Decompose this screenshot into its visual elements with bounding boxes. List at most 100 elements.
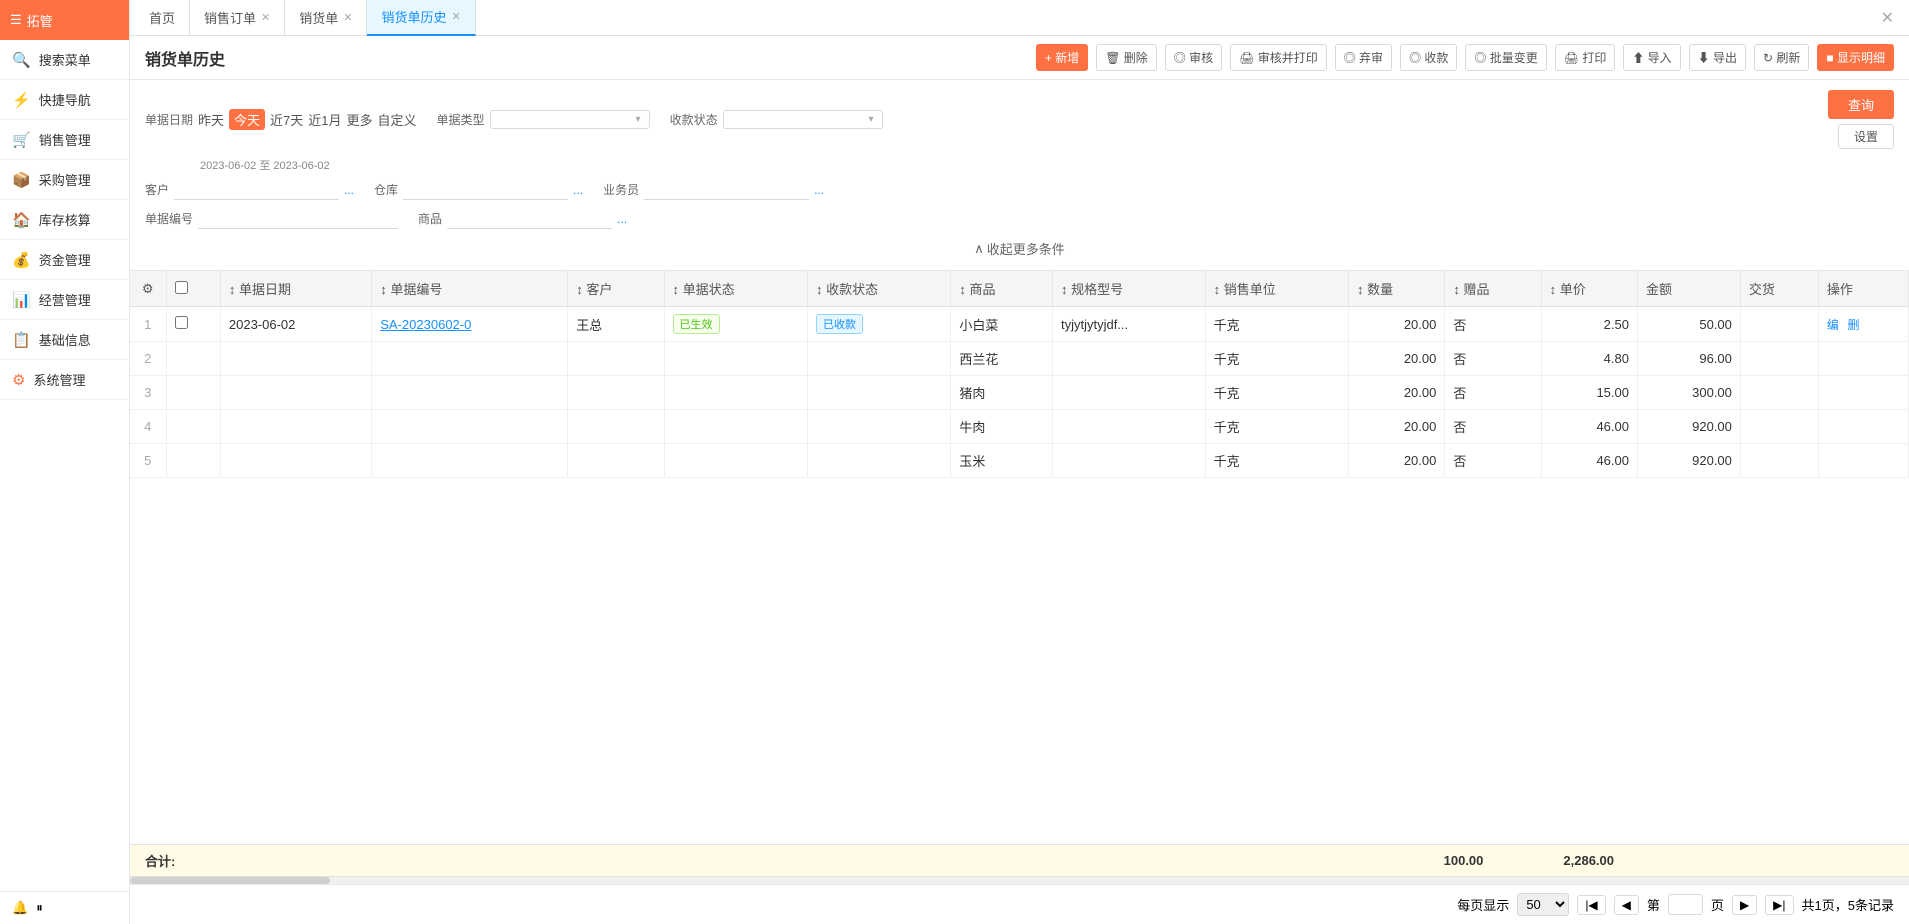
shortcut-1month[interactable]: 近1月 (308, 110, 341, 129)
row-customer (568, 376, 664, 410)
close-tab-sales-order[interactable]: ✕ (261, 11, 270, 24)
sidebar-item-label: 快捷导航 (39, 90, 91, 109)
salesperson-input[interactable] (644, 179, 809, 200)
summary-total-qty: 100.00 (1444, 853, 1484, 868)
pause-icon[interactable]: ⏸ (36, 900, 43, 916)
tab-home[interactable]: 首页 (135, 0, 190, 36)
doc-no-link[interactable]: SA-20230602-0 (380, 317, 471, 332)
shortcut-yesterday[interactable]: 昨天 (198, 110, 224, 129)
settings-column-header[interactable]: ⚙ (130, 271, 166, 307)
sidebar-item-operations[interactable]: 📊 经营管理 (0, 280, 129, 320)
action-edit-link[interactable]: 编 (1827, 318, 1839, 332)
row-spec (1052, 342, 1205, 376)
row-select-checkbox[interactable] (175, 316, 188, 329)
display-detail-button[interactable]: ■ 显示明细 (1817, 44, 1894, 71)
import-button[interactable]: ⬆ 导入 (1623, 44, 1680, 71)
doc-no-column-header[interactable]: ↕ 单据编号 (372, 271, 568, 307)
row-spec: tyjytjytyjdf... (1052, 307, 1205, 342)
doc-status-column-header[interactable]: ↕ 单据状态 (664, 271, 807, 307)
action-delete-link[interactable]: 删 (1848, 318, 1860, 332)
goods-ellipsis[interactable]: ... (617, 212, 627, 226)
row-qty: 20.00 (1349, 342, 1445, 376)
sidebar-search[interactable]: 🔍 搜索菜单 (0, 40, 129, 80)
scrollbar-thumb[interactable] (130, 877, 330, 884)
spec-column-header[interactable]: ↕ 规格型号 (1052, 271, 1205, 307)
horizontal-scrollbar[interactable] (130, 876, 1909, 884)
print-button[interactable]: 🖨 打印 (1555, 44, 1616, 71)
page-number-input[interactable]: 1 (1668, 894, 1703, 915)
new-button[interactable]: + 新增 (1036, 44, 1088, 71)
query-button[interactable]: 查询 (1828, 90, 1894, 119)
per-page-select[interactable]: 50 100 (1517, 893, 1569, 916)
customer-column-header[interactable]: ↕ 客户 (568, 271, 664, 307)
tab-sales-order[interactable]: 销售订单 ✕ (190, 0, 285, 36)
sidebar-item-label: 经营管理 (39, 290, 91, 309)
shortcut-more[interactable]: 更多 (347, 110, 373, 129)
row-price: 15.00 (1541, 376, 1637, 410)
collapse-button[interactable]: ∧ 收起更多条件 (964, 237, 1075, 260)
doc-date-filter: 单据日期 昨天 今天 近7天 近1月 更多 自定义 (145, 109, 417, 130)
unit-column-header[interactable]: ↕ 销售单位 (1205, 271, 1348, 307)
sidebar-item-finance[interactable]: 💰 资金管理 (0, 240, 129, 280)
inventory-icon: 🏠 (12, 211, 31, 229)
sidebar-item-system-mgmt[interactable]: ⚙ 系统管理 (0, 360, 129, 400)
tab-sales-delivery[interactable]: 销货单 ✕ (285, 0, 367, 36)
customer-input[interactable] (174, 179, 339, 200)
shortcut-7days[interactable]: 近7天 (270, 110, 303, 129)
table-row: 4牛肉千克20.00否46.00920.00 (130, 410, 1909, 444)
row-spec (1052, 444, 1205, 478)
row-checkbox (166, 410, 220, 444)
basic-info-icon: 📋 (12, 331, 31, 349)
row-customer (568, 410, 664, 444)
last-page-button[interactable]: ▶| (1765, 895, 1793, 915)
refresh-button[interactable]: ↻ 刷新 (1754, 44, 1809, 71)
first-page-button[interactable]: |◀ (1577, 895, 1605, 915)
export-button[interactable]: ⬇ 导出 (1689, 44, 1746, 71)
qty-column-header[interactable]: ↕ 数量 (1349, 271, 1445, 307)
abandon-button[interactable]: ◎ 弃审 (1335, 44, 1392, 71)
goods-column-header[interactable]: ↕ 商品 (951, 271, 1053, 307)
price-column-header[interactable]: ↕ 单价 (1541, 271, 1637, 307)
row-actions (1818, 342, 1908, 376)
table-header-row: ⚙ ↕ 单据日期 ↕ 单据编号 ↕ 客户 ↕ 单据状态 ↕ 收款状态 ↕ 商品 … (130, 271, 1909, 307)
row-amount: 96.00 (1637, 342, 1740, 376)
audit-button[interactable]: ◎ 审核 (1165, 44, 1222, 71)
row-number: 2 (130, 342, 166, 376)
tab-sales-history[interactable]: 销货单历史 ✕ (367, 0, 475, 36)
sidebar-brand: ☰ 拓管 (0, 0, 129, 40)
close-tab-sales-delivery[interactable]: ✕ (343, 11, 352, 24)
audit-print-button[interactable]: 🖨 审核并打印 (1230, 44, 1327, 71)
salesperson-ellipsis[interactable]: ... (814, 183, 824, 197)
quick-nav-icon: ⚡ (12, 91, 31, 109)
delete-button[interactable]: 🗑 删除 (1096, 44, 1157, 71)
doc-no-input[interactable] (198, 208, 398, 229)
doc-date-column-header[interactable]: ↕ 单据日期 (220, 271, 371, 307)
receive-button[interactable]: ◎ 收款 (1400, 44, 1457, 71)
prev-page-button[interactable]: ◀ (1614, 895, 1639, 915)
sidebar-item-sales-mgmt[interactable]: 🛒 销售管理 (0, 120, 129, 160)
next-page-button[interactable]: ▶ (1732, 895, 1757, 915)
shortcut-custom[interactable]: 自定义 (378, 110, 417, 129)
sidebar-item-purchase-mgmt[interactable]: 📦 采购管理 (0, 160, 129, 200)
warehouse-ellipsis[interactable]: ... (573, 183, 583, 197)
batch-change-button[interactable]: ◎ 批量变更 (1465, 44, 1546, 71)
gift-column-header[interactable]: ↕ 赠品 (1445, 271, 1541, 307)
warehouse-input[interactable] (403, 179, 568, 200)
receive-status-select[interactable]: ▾ (723, 110, 883, 129)
receive-status-column-header[interactable]: ↕ 收款状态 (807, 271, 950, 307)
notification-icon[interactable]: 🔔 (12, 900, 28, 916)
select-all-checkbox[interactable] (175, 281, 188, 294)
shortcut-today[interactable]: 今天 (229, 109, 265, 130)
doc-type-select[interactable]: ▾ (490, 110, 650, 129)
close-all-tabs[interactable]: ✕ (1871, 8, 1904, 28)
goods-input[interactable] (447, 208, 612, 229)
sidebar-item-basic-info[interactable]: 📋 基础信息 (0, 320, 129, 360)
close-tab-sales-history[interactable]: ✕ (452, 10, 461, 23)
customer-ellipsis[interactable]: ... (344, 183, 354, 197)
sidebar-item-label: 库存核算 (39, 210, 91, 229)
summary-total-amount: 2,286.00 (1563, 853, 1614, 868)
row-doc-no (372, 410, 568, 444)
sidebar-item-quick-nav[interactable]: ⚡ 快捷导航 (0, 80, 129, 120)
sidebar-item-inventory[interactable]: 🏠 库存核算 (0, 200, 129, 240)
setting-button[interactable]: 设置 (1838, 124, 1894, 149)
